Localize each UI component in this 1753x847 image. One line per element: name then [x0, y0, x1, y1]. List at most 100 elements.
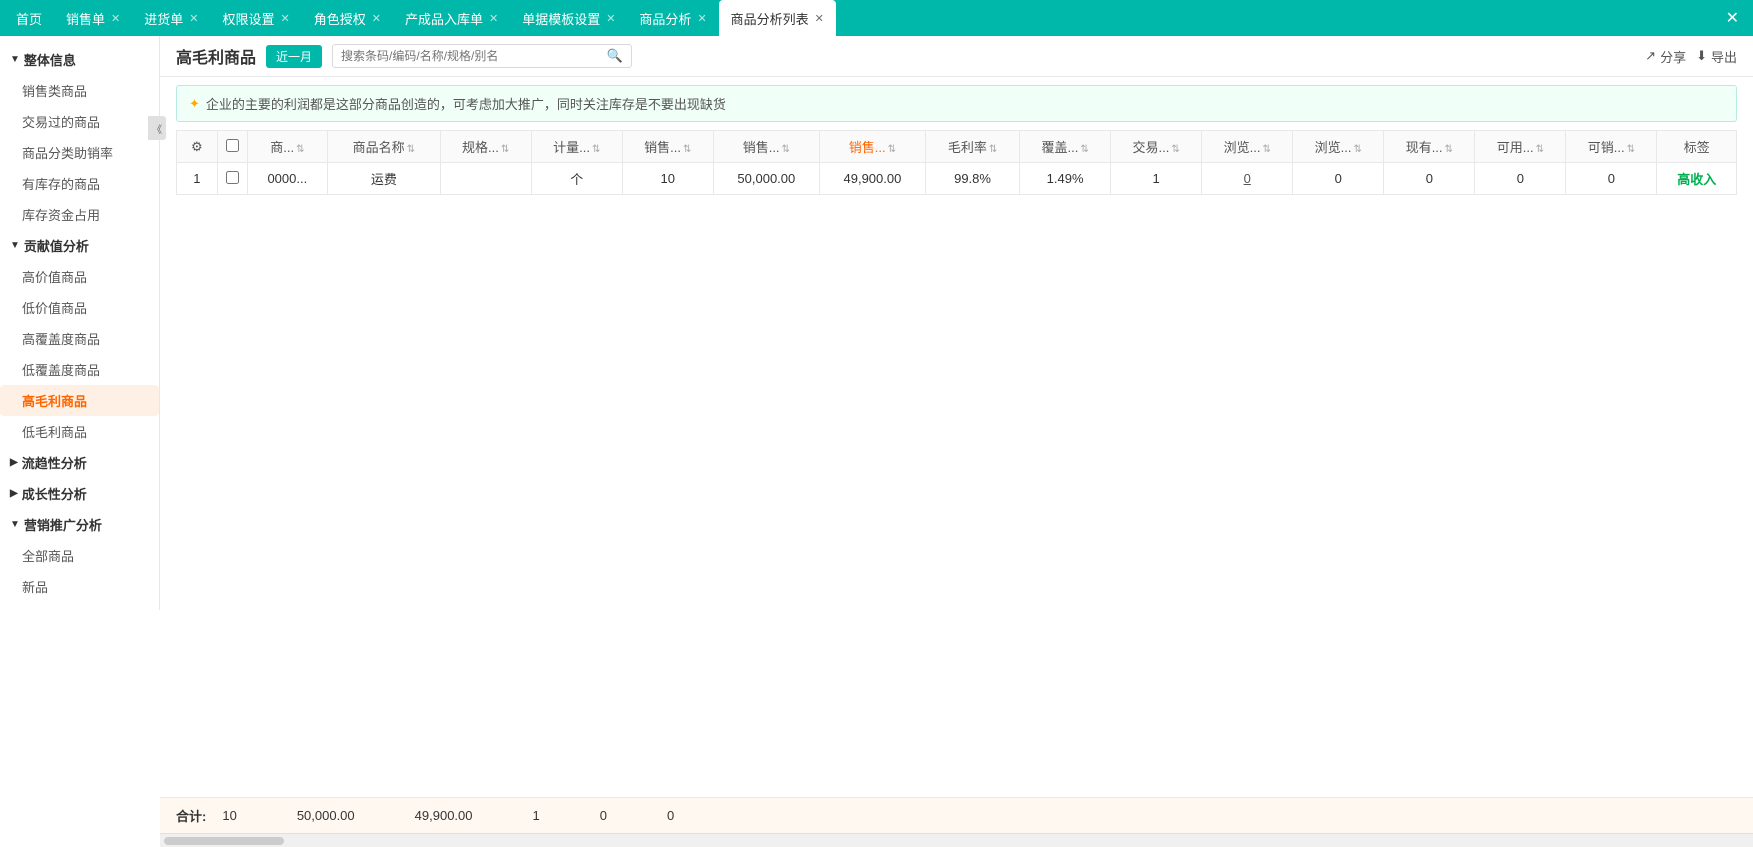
content-header: 高毛利商品 近一月 🔍 ↗ 分享 ⬇ 导出 — [160, 36, 1753, 77]
sidebar-item-high-coverage[interactable]: 高覆盖度商品 — [0, 323, 159, 354]
col-sales-profit: 销售...⇅ — [819, 131, 925, 163]
window-close-button[interactable]: ✕ — [1716, 8, 1749, 28]
arrow-icon-4: ▶ — [10, 488, 18, 499]
footer-trade-count: 1 — [533, 808, 540, 823]
col-trade-count[interactable]: 交易...⇅ — [1111, 131, 1202, 163]
cell-code: 0000... — [247, 163, 327, 195]
sidebar-group-growth[interactable]: ▶ 成长性分析 — [0, 478, 159, 509]
arrow-icon-5: ▼ — [10, 519, 20, 530]
sidebar-group-contribution[interactable]: ▼ 贡献值分析 — [0, 230, 159, 261]
footer-values: 10 50,000.00 49,900.00 1 0 0 — [222, 808, 674, 823]
sidebar-item-high-value[interactable]: 高价值商品 — [0, 261, 159, 292]
tab-close-product-inbound[interactable]: ✕ — [489, 12, 498, 25]
col-settings[interactable]: ⚙ — [177, 131, 218, 163]
col-coverage[interactable]: 覆盖...⇅ — [1020, 131, 1111, 163]
col-unit[interactable]: 计量...⇅ — [531, 131, 622, 163]
tab-close-template[interactable]: ✕ — [606, 12, 615, 25]
sidebar-item-stock-capital[interactable]: 库存资金占用 — [0, 199, 159, 230]
tab-home[interactable]: 首页 — [4, 0, 54, 36]
sidebar-item-sales-goods[interactable]: 销售类商品 — [0, 75, 159, 106]
search-input[interactable] — [341, 49, 607, 63]
footer-sales-profit: 49,900.00 — [415, 808, 473, 823]
info-text: 企业的主要的利润都是这部分商品创造的，可考虑加大推广，同时关注库存是不要出现缺货 — [206, 94, 726, 113]
sidebar-item-traded-goods[interactable]: 交易过的商品 — [0, 106, 159, 137]
sidebar-collapse-button[interactable]: 《 — [148, 116, 166, 140]
tab-product-inbound[interactable]: 产成品入库单 ✕ — [393, 0, 510, 36]
arrow-icon: ▼ — [10, 54, 20, 65]
sidebar: ▼ 整体信息 销售类商品 交易过的商品 商品分类助销率 有库存的商品 库存资金占… — [0, 36, 160, 610]
sidebar-group-overall[interactable]: ▼ 整体信息 — [0, 44, 159, 75]
sidebar-group-marketing[interactable]: ▼ 营销推广分析 — [0, 509, 159, 540]
tab-purchase[interactable]: 进货单 ✕ — [132, 0, 210, 36]
col-name[interactable]: 商品名称⇅ — [328, 131, 441, 163]
tab-role[interactable]: 角色授权 ✕ — [302, 0, 393, 36]
arrow-icon-3: ▶ — [10, 457, 18, 468]
sidebar-item-low-coverage[interactable]: 低覆盖度商品 — [0, 354, 159, 385]
sidebar-group-trend[interactable]: ▶ 流趋性分析 — [0, 447, 159, 478]
col-gross-margin[interactable]: 毛利率⇅ — [925, 131, 1019, 163]
cell-checkbox[interactable] — [217, 163, 247, 195]
footer-available-stock: 0 — [667, 808, 674, 823]
col-available-stock[interactable]: 可用...⇅ — [1475, 131, 1566, 163]
sidebar-item-in-stock[interactable]: 有库存的商品 — [0, 168, 159, 199]
tab-product-analysis-list[interactable]: 商品分析列表 ✕ — [719, 0, 836, 36]
cell-browse1[interactable]: 0 — [1202, 163, 1293, 195]
period-button[interactable]: 近一月 — [266, 45, 322, 68]
cell-gross-margin: 99.8% — [925, 163, 1019, 195]
col-browse1[interactable]: 浏览...⇅ — [1202, 131, 1293, 163]
sidebar-item-low-margin[interactable]: 低毛利商品 — [0, 416, 159, 447]
select-all-checkbox[interactable] — [226, 139, 239, 152]
col-sales-qty[interactable]: 销售...⇅ — [622, 131, 713, 163]
tab-close-product-analysis[interactable]: ✕ — [697, 12, 706, 25]
col-tag[interactable]: 标签 — [1657, 131, 1737, 163]
share-button[interactable]: ↗ 分享 — [1645, 47, 1686, 66]
export-button[interactable]: ⬇ 导出 — [1696, 47, 1737, 66]
footer-current-stock: 0 — [600, 808, 607, 823]
tab-bar: 首页 销售单 ✕ 进货单 ✕ 权限设置 ✕ 角色授权 ✕ 产成品入库单 ✕ 单据… — [0, 0, 1753, 36]
cell-available-stock: 0 — [1475, 163, 1566, 195]
col-checkbox[interactable] — [217, 131, 247, 163]
col-saleable-stock[interactable]: 可销...⇅ — [1566, 131, 1657, 163]
tab-close-product-analysis-list[interactable]: ✕ — [815, 12, 824, 25]
search-icon[interactable]: 🔍 — [607, 48, 623, 64]
tab-close-sales-order[interactable]: ✕ — [111, 12, 120, 25]
info-icon: ✦ — [189, 96, 200, 112]
tab-permission[interactable]: 权限设置 ✕ — [210, 0, 301, 36]
sidebar-item-high-margin[interactable]: 高毛利商品 — [0, 385, 159, 416]
tab-product-analysis[interactable]: 商品分析 ✕ — [627, 0, 718, 36]
cell-num: 1 — [177, 163, 218, 195]
footer-sales-amount: 50,000.00 — [297, 808, 355, 823]
col-sales-amount[interactable]: 销售...⇅ — [713, 131, 819, 163]
table-row: 1 0000... 运费 个 10 50,000.00 49,900.00 99… — [177, 163, 1737, 195]
cell-sales-qty: 10 — [622, 163, 713, 195]
cell-current-stock: 0 — [1384, 163, 1475, 195]
horizontal-scrollbar[interactable] — [160, 833, 1753, 847]
cell-spec — [440, 163, 531, 195]
arrow-icon-2: ▼ — [10, 240, 20, 251]
data-table-wrapper: ⚙ 商...⇅ 商品名称⇅ 规格...⇅ 计量...⇅ 销售...⇅ 销售...… — [160, 130, 1753, 797]
table-header-row: ⚙ 商...⇅ 商品名称⇅ 规格...⇅ 计量...⇅ 销售...⇅ 销售...… — [177, 131, 1737, 163]
row-checkbox[interactable] — [226, 171, 239, 184]
data-table: ⚙ 商...⇅ 商品名称⇅ 规格...⇅ 计量...⇅ 销售...⇅ 销售...… — [176, 130, 1737, 195]
tab-close-purchase[interactable]: ✕ — [189, 12, 198, 25]
cell-trade-count: 1 — [1111, 163, 1202, 195]
footer-total-bar: 合计: 10 50,000.00 49,900.00 1 0 0 — [160, 797, 1753, 833]
page-title: 高毛利商品 — [176, 44, 256, 68]
export-icon: ⬇ — [1696, 48, 1707, 64]
sidebar-item-category-rate[interactable]: 商品分类助销率 — [0, 137, 159, 168]
cell-browse2: 0 — [1293, 163, 1384, 195]
col-current-stock[interactable]: 现有...⇅ — [1384, 131, 1475, 163]
scroll-thumb[interactable] — [164, 837, 284, 845]
search-box: 🔍 — [332, 44, 632, 68]
sidebar-item-all-goods[interactable]: 全部商品 — [0, 540, 159, 571]
tab-close-permission[interactable]: ✕ — [281, 12, 290, 25]
col-spec[interactable]: 规格...⇅ — [440, 131, 531, 163]
col-code[interactable]: 商...⇅ — [247, 131, 327, 163]
sidebar-item-new-goods[interactable]: 新品 — [0, 571, 159, 602]
tab-close-role[interactable]: ✕ — [372, 12, 381, 25]
sidebar-item-low-value[interactable]: 低价值商品 — [0, 292, 159, 323]
tab-sales-order[interactable]: 销售单 ✕ — [54, 0, 132, 36]
tab-template[interactable]: 单据模板设置 ✕ — [510, 0, 627, 36]
col-browse2[interactable]: 浏览...⇅ — [1293, 131, 1384, 163]
footer-sales-qty: 10 — [222, 808, 236, 823]
